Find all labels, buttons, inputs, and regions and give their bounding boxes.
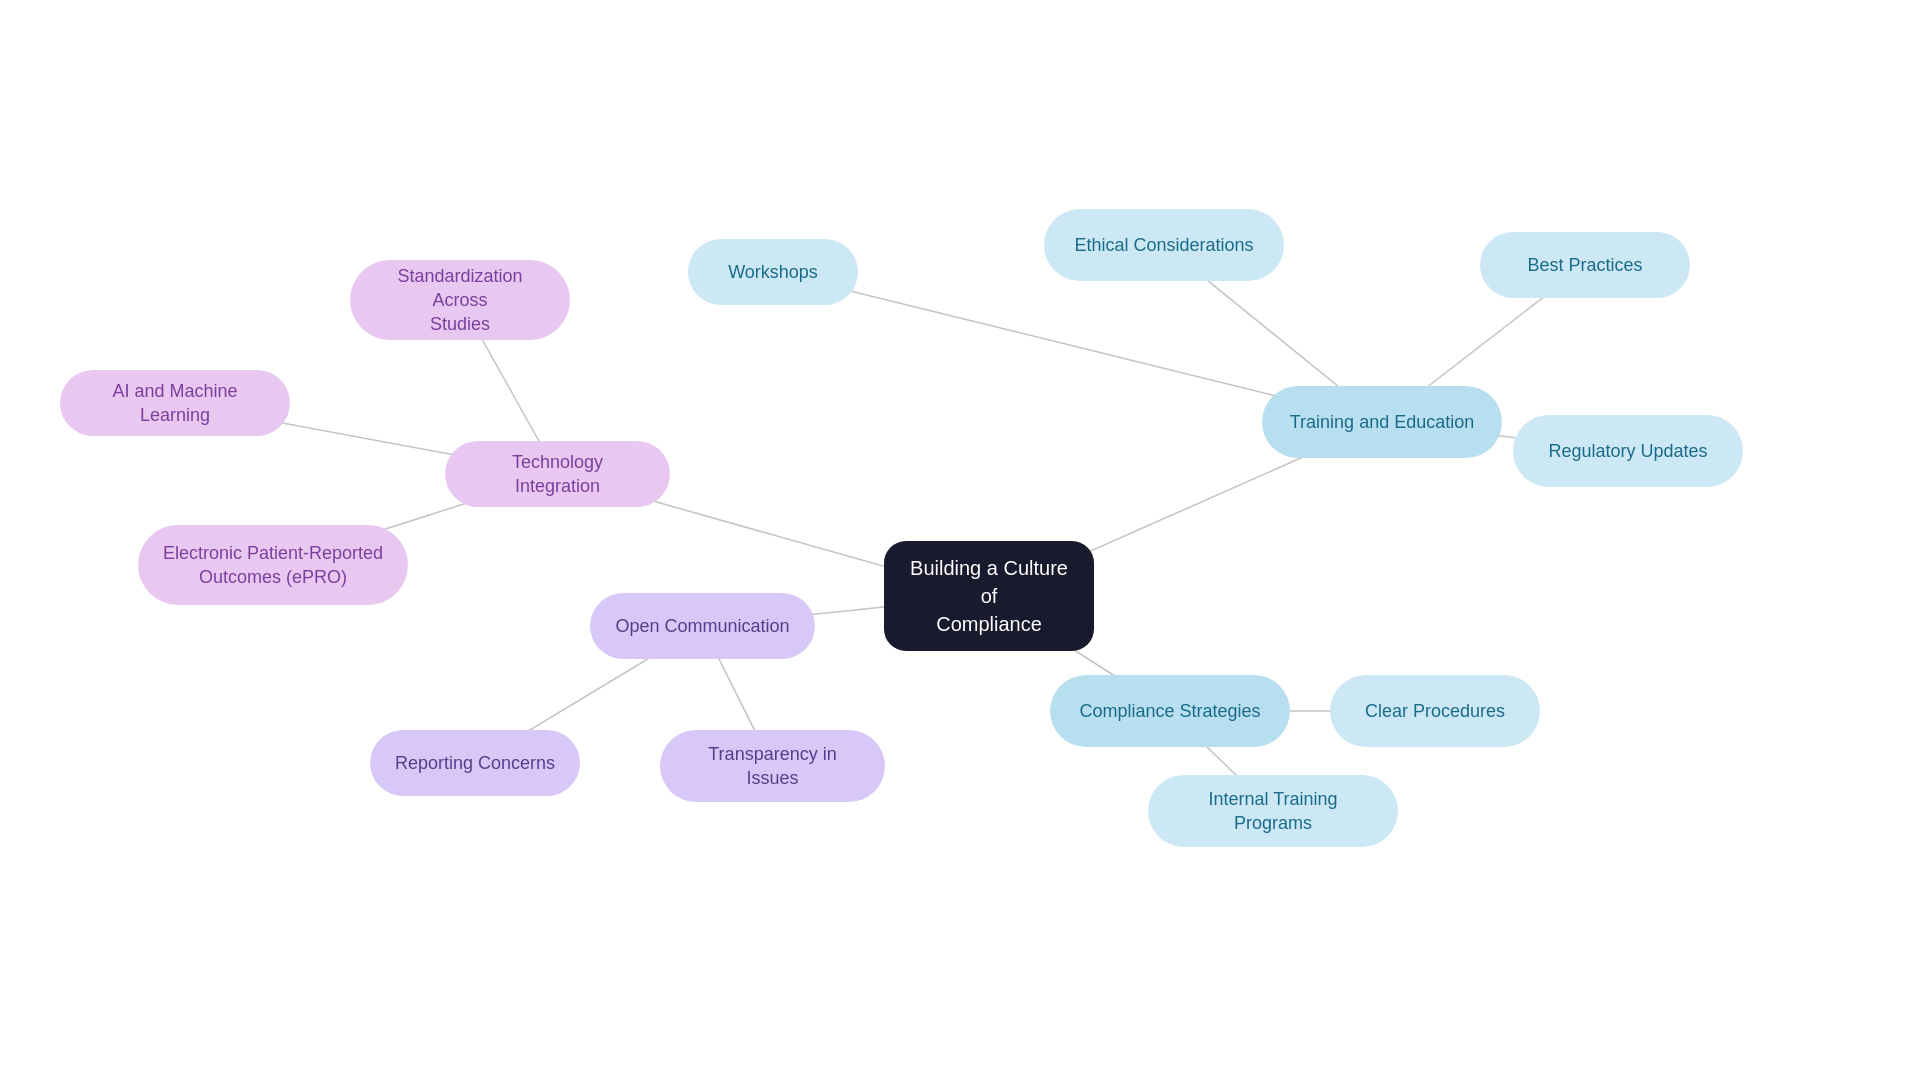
node-ai-ml[interactable]: AI and Machine Learning xyxy=(60,370,290,436)
node-clear-proc[interactable]: Clear Procedures xyxy=(1330,675,1540,747)
node-label-reporting: Reporting Concerns xyxy=(395,751,555,775)
node-label-open-comm: Open Communication xyxy=(615,614,789,638)
node-best-practices[interactable]: Best Practices xyxy=(1480,232,1690,298)
node-regulatory[interactable]: Regulatory Updates xyxy=(1513,415,1743,487)
node-label-training: Training and Education xyxy=(1290,410,1474,434)
node-workshops[interactable]: Workshops xyxy=(688,239,858,305)
center-node[interactable]: Building a Culture ofCompliance xyxy=(884,541,1094,651)
node-ethical[interactable]: Ethical Considerations xyxy=(1044,209,1284,281)
node-tech-integration[interactable]: Technology Integration xyxy=(445,441,670,507)
node-internal-training[interactable]: Internal Training Programs xyxy=(1148,775,1398,847)
node-epro[interactable]: Electronic Patient-ReportedOutcomes (ePR… xyxy=(138,525,408,605)
node-label-tech-integration: Technology Integration xyxy=(469,450,646,499)
node-label-best-practices: Best Practices xyxy=(1527,253,1642,277)
center-label: Building a Culture ofCompliance xyxy=(908,554,1070,638)
node-reporting[interactable]: Reporting Concerns xyxy=(370,730,580,796)
node-transparency[interactable]: Transparency in Issues xyxy=(660,730,885,802)
node-label-clear-proc: Clear Procedures xyxy=(1365,699,1505,723)
node-standardization[interactable]: Standardization AcrossStudies xyxy=(350,260,570,340)
node-label-ethical: Ethical Considerations xyxy=(1074,233,1253,257)
node-label-epro: Electronic Patient-ReportedOutcomes (ePR… xyxy=(163,541,383,590)
node-training[interactable]: Training and Education xyxy=(1262,386,1502,458)
node-label-transparency: Transparency in Issues xyxy=(684,742,861,791)
node-open-comm[interactable]: Open Communication xyxy=(590,593,815,659)
node-compliance[interactable]: Compliance Strategies xyxy=(1050,675,1290,747)
node-label-internal-training: Internal Training Programs xyxy=(1172,787,1374,836)
node-label-regulatory: Regulatory Updates xyxy=(1548,439,1707,463)
node-label-standardization: Standardization AcrossStudies xyxy=(374,264,546,337)
node-label-compliance: Compliance Strategies xyxy=(1079,699,1260,723)
node-label-workshops: Workshops xyxy=(728,260,818,284)
node-label-ai-ml: AI and Machine Learning xyxy=(84,379,266,428)
